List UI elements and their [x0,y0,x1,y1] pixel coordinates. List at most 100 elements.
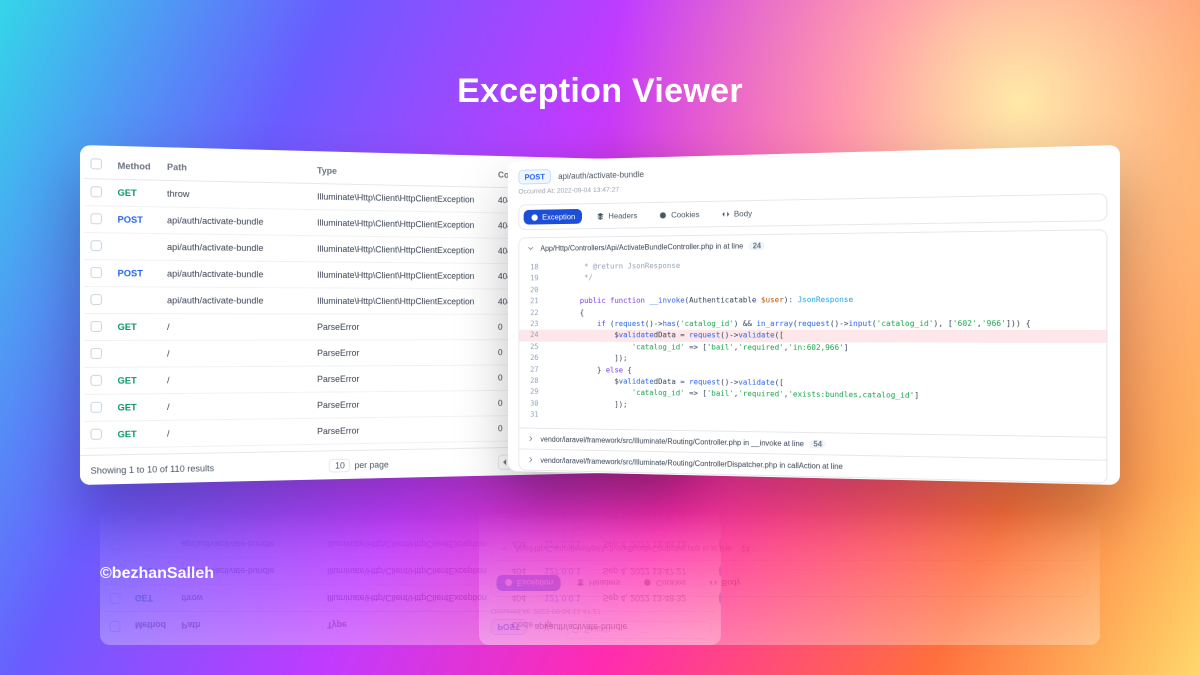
view-button[interactable]: View [719,591,721,605]
type-cell: Illuminate\Http\Client\HttpClientExcepti… [327,512,511,522]
column-path[interactable]: Path [182,621,328,631]
ip-cell: 127.0.0.1 [544,539,602,549]
view-button[interactable]: View [719,510,721,524]
type-cell: ParseError [317,373,498,384]
code-line: 18 * @return JsonResponse [492,522,1088,534]
view-button[interactable]: View [719,564,721,578]
frame-header[interactable]: App/Http/Controllers/Api/ActivateBundleC… [492,538,1088,560]
path-cell: / [167,374,317,385]
table-row[interactable]: GET throw Illuminate\Http\Client\HttpCli… [104,584,717,611]
column-code[interactable]: Code [511,621,544,631]
chevron-right-icon [526,455,535,464]
tab-exception[interactable]: Exception [496,575,560,591]
path-cell: throw [167,189,317,202]
code-line: 21 public function __invoke(Authenticata… [492,495,1088,497]
method-cell [118,246,167,247]
row-checkbox[interactable] [110,540,121,551]
column-method[interactable]: Method [118,160,167,171]
column-method[interactable]: Method [135,621,182,631]
row-checkbox[interactable] [90,213,101,224]
table-row[interactable]: POST api/auth/activate-bundle Illuminate… [104,557,717,584]
code-cell: 404 [511,566,544,576]
stack-frame: App/Http/Controllers/Api/ActivateBundleC… [491,495,1089,561]
exception-icon [504,579,513,588]
method-cell: GET [118,322,167,332]
body-icon [722,209,730,218]
breadcrumb: POST api/auth/activate-bundle [491,619,1089,635]
view-button[interactable]: View [719,495,721,497]
path-cell: api/auth/activate-bundle [167,295,317,305]
code-block: 18 * @return JsonResponse19 */20 21 publ… [519,252,1106,437]
type-cell: Illuminate\Http\Client\HttpClientExcepti… [317,296,498,306]
row-checkbox[interactable] [110,567,121,578]
row-checkbox[interactable] [90,240,101,251]
search-input[interactable]: Search [566,621,712,639]
type-cell: Illuminate\Http\Client\HttpClientExcepti… [317,270,498,281]
row-checkbox[interactable] [110,594,121,605]
column-type[interactable]: Type [327,621,511,631]
column-type[interactable]: Type [317,165,498,179]
row-checkbox[interactable] [90,347,101,358]
tab-body[interactable]: Body [714,206,759,222]
tab-headers[interactable]: Headers [589,208,644,224]
row-checkbox[interactable] [90,374,101,385]
headers-icon [576,579,585,588]
detail-tabs: Exception Headers Cookies Body [491,569,1089,597]
tab-body[interactable]: Body [701,575,748,591]
path-cell: api/auth/activate-bundle [182,512,328,522]
exception-detail-panel: POST api/auth/activate-bundle Occurred A… [508,145,1120,485]
row-checkbox[interactable] [90,428,101,439]
chevron-right-icon [526,434,535,443]
type-cell: Illuminate\Http\Client\HttpClientExcepti… [317,244,498,256]
select-all-checkbox[interactable] [110,621,121,632]
row-checkbox[interactable] [90,267,101,278]
method-cell: POST [118,215,167,226]
method-badge: POST [491,619,527,635]
path-cell: throw [182,593,328,603]
row-checkbox[interactable] [90,401,101,412]
tab-cookies[interactable]: Cookies [652,207,707,223]
view-button[interactable]: View [719,537,721,551]
table-row[interactable]: POST api/auth/activate-bundle Illuminate… [104,503,717,530]
path-cell: / [167,348,317,358]
type-cell: ParseError [317,398,498,410]
path-cell: api/auth/activate-bundle [167,215,317,227]
type-cell: ParseError [317,322,498,332]
chevron-down-icon [499,544,509,554]
table-row[interactable]: api/auth/activate-bundle Illuminate\Http… [104,495,717,503]
code-line: 20 [492,497,1088,509]
code-line: 19 */ [492,509,1088,521]
table-row[interactable]: api/auth/activate-bundle Illuminate\Http… [104,530,717,557]
tab-exception[interactable]: Exception [524,209,583,225]
results-summary: Showing 1 to 10 of 110 results [90,463,214,475]
row-checkbox[interactable] [110,495,121,497]
method-cell: GET [118,429,167,440]
path-cell: api/auth/activate-bundle [167,242,317,254]
tab-headers[interactable]: Headers [569,575,628,591]
request-path: api/auth/activate-bundle [558,170,644,181]
row-checkbox[interactable] [90,294,101,305]
code-cell: 404 [511,539,544,549]
tab-cookies[interactable]: Cookies [636,575,694,591]
path-cell: api/auth/activate-bundle [167,269,317,280]
column-ip[interactable]: Ip [544,621,602,631]
detail-tabs: Exception Headers Cookies Body [518,193,1107,230]
row-checkbox[interactable] [110,513,121,524]
column-path[interactable]: Path [167,162,317,175]
occurred-cell: Sep 4, 2022 13:47:27 [603,566,719,576]
per-page-select[interactable]: 10 [329,458,350,472]
table-header: Method Path Type Code Ip Occured At [104,611,717,639]
row-checkbox[interactable] [90,186,101,197]
path-cell: api/auth/activate-bundle [182,566,328,576]
row-checkbox[interactable] [90,321,101,332]
chevron-down-icon [526,244,535,253]
body-icon [709,579,718,588]
column-occurred-at[interactable]: Occured At [603,621,719,631]
page-title: Exception Viewer [0,72,1200,111]
request-path: api/auth/activate-bundle [534,622,627,632]
select-all-checkbox[interactable] [90,158,101,169]
stack-frame: App/Http/Controllers/Api/ActivateBundleC… [518,229,1107,484]
ip-cell: 127.0.0.1 [544,512,602,522]
method-cell: POST [118,268,167,278]
occurred-at-label: Occurred At: 2022-09-04 13:47:27 [491,607,1089,616]
